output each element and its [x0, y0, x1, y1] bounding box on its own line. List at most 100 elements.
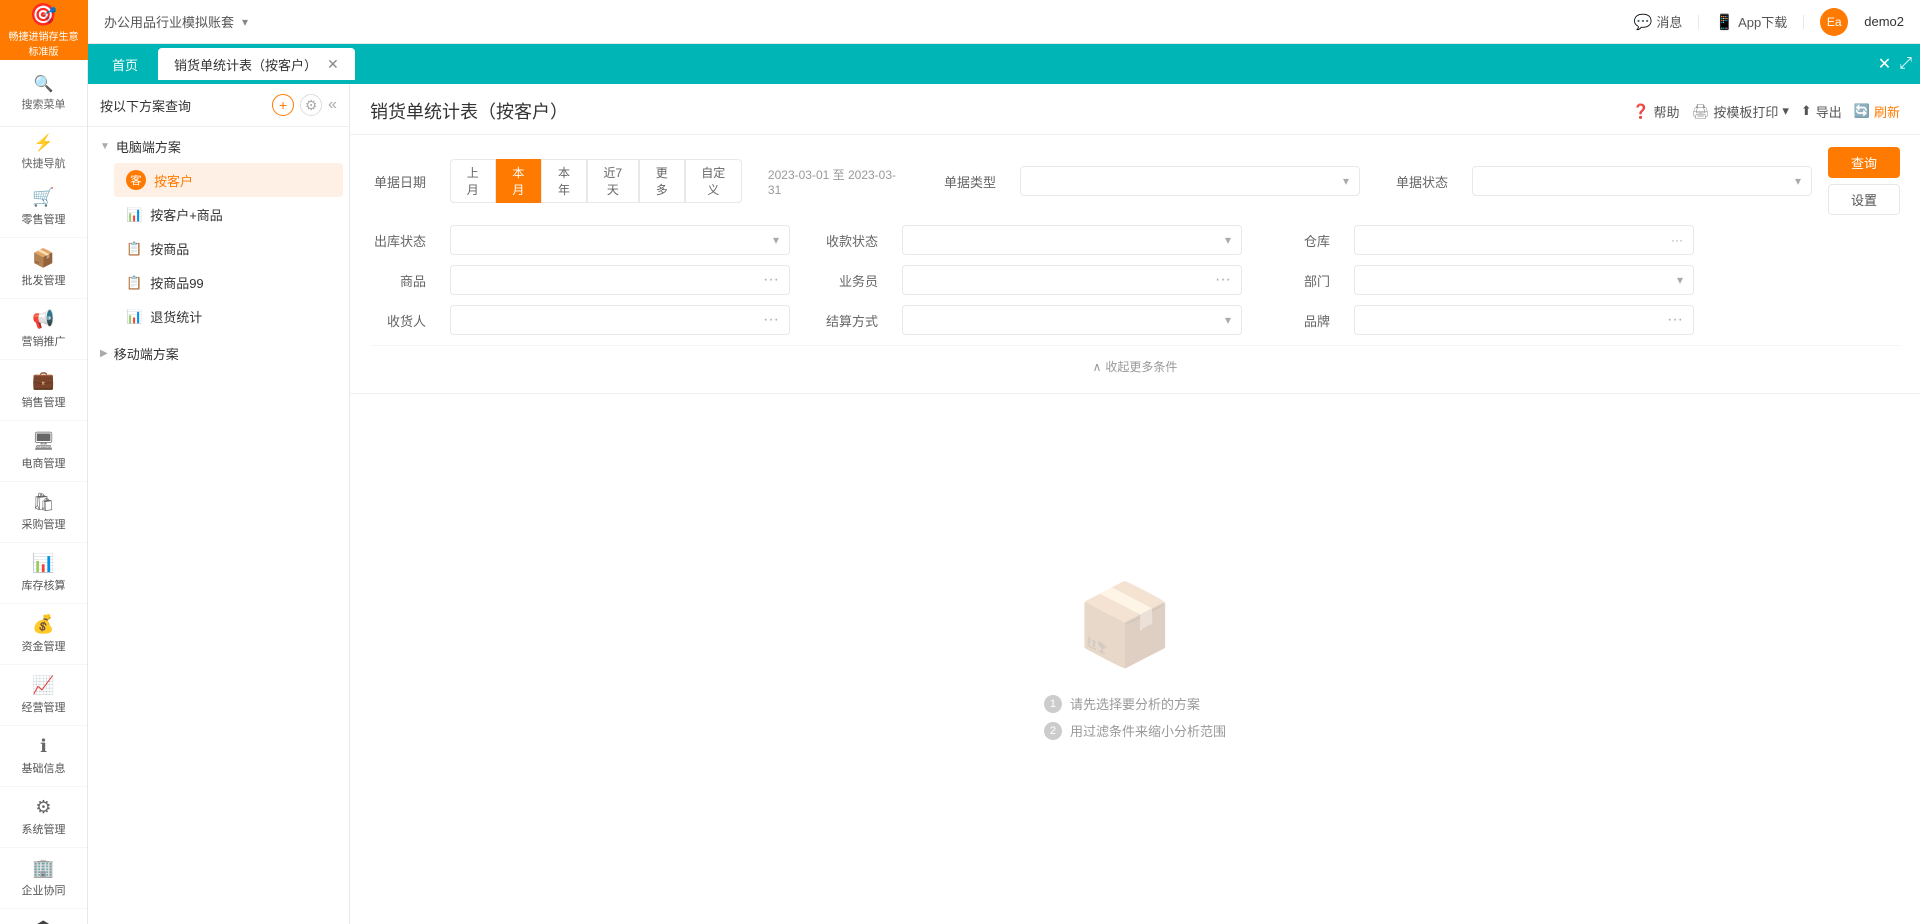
sidebar-label-inventory: 库存核算: [22, 577, 66, 593]
date-btn-custom[interactable]: 自定义: [685, 159, 742, 203]
sidebar-label-system: 系统管理: [22, 821, 66, 837]
plan-item-return-stats[interactable]: 📊 退货统计: [114, 300, 343, 333]
header-right: 💬 消息 📱 App下载 Ea demo2: [1634, 8, 1904, 36]
brand-input[interactable]: ···: [1354, 305, 1694, 335]
settings-button[interactable]: 设置: [1828, 184, 1900, 215]
sidebar-item-sales[interactable]: 💼 销售管理: [0, 360, 87, 421]
system-icon: ⚙: [35, 797, 51, 818]
pay-status-arrow: ▾: [1225, 233, 1231, 247]
sidebar-item-inventory[interactable]: 📊 库存核算: [0, 543, 87, 604]
help-label: 帮助: [1654, 102, 1680, 121]
plan-item-by-product[interactable]: 📋 按商品: [114, 232, 343, 265]
empty-illustration: 📦: [1075, 578, 1195, 678]
print-icon: 🖨: [1692, 103, 1710, 120]
query-button[interactable]: 查询: [1828, 147, 1900, 178]
desktop-group-header[interactable]: ▼ 电脑端方案: [88, 131, 349, 162]
date-range: 2023-03-01 至 2023-03-31: [768, 166, 908, 197]
add-plan-btn[interactable]: +: [272, 94, 294, 116]
sidebar-item-newbie[interactable]: 🎓 新手引导: [0, 909, 87, 924]
hint-text-2: 用过滤条件来缩小分析范围: [1070, 721, 1226, 740]
sidebar-item-finance[interactable]: 💰 资金管理: [0, 604, 87, 665]
sidebar-item-ecommerce[interactable]: 🖥 电商管理: [0, 421, 87, 482]
content-wrapper: 按以下方案查询 + ⚙ « ▼ 电脑端方案: [88, 84, 1920, 924]
empty-state: 📦 1 请先选择要分析的方案 2 用过滤条件来缩小分析范围: [350, 394, 1920, 924]
date-btn-this-year[interactable]: 本年: [541, 159, 587, 203]
tab-stats[interactable]: 销货单统计表（按客户） ✕: [158, 48, 355, 80]
quick-nav-btn[interactable]: ⚡ 快捷导航: [16, 127, 72, 177]
export-btn[interactable]: ⬆ 导出: [1801, 102, 1842, 121]
newbie-icon: 🎓: [32, 919, 54, 924]
salesperson-label: 业务员: [822, 271, 878, 290]
app-download-btn[interactable]: 📱 App下载: [1715, 12, 1787, 31]
empty-hint-1: 1 请先选择要分析的方案: [1044, 694, 1226, 713]
sidebar-label-sales: 销售管理: [22, 394, 66, 410]
tab-home[interactable]: 首页: [96, 48, 154, 80]
collapse-panel-btn[interactable]: «: [328, 96, 337, 114]
plan-item-by-product-99[interactable]: 📋 按商品99: [114, 266, 343, 299]
settle-select[interactable]: ▾: [902, 305, 1242, 335]
filter-row-1: 单据日期 上月 本月 本年 近7天 更多 自定义 2023-03-01 至 20…: [370, 147, 1900, 215]
user-name: demo2: [1864, 14, 1904, 29]
sidebar-item-retail[interactable]: 🛒 零售管理: [0, 177, 87, 238]
search-menu-btn[interactable]: 🔍 搜索菜单: [16, 68, 72, 118]
tab-window-close-icon[interactable]: ✕: [1878, 54, 1891, 74]
plan-item-by-customer-product[interactable]: 📊 按客户+商品: [114, 198, 343, 231]
product-input[interactable]: ···: [450, 265, 790, 295]
page-title-bar: 销货单统计表（按客户） ❓ 帮助 🖨 按模板打印 ▾ ⬆ 导出: [350, 84, 1920, 135]
filter-row-2: 出库状态 ▾ 收款状态 ▾ 仓库 ···: [370, 225, 1900, 255]
doc-type-select[interactable]: ▾: [1020, 166, 1360, 196]
filter-area: 单据日期 上月 本月 本年 近7天 更多 自定义 2023-03-01 至 20…: [350, 135, 1920, 394]
sidebar-label-basic: 基础信息: [22, 760, 66, 776]
date-btn-last-month[interactable]: 上月: [450, 159, 496, 203]
doc-status-select[interactable]: ▾: [1472, 166, 1812, 196]
settings-plan-btn[interactable]: ⚙: [300, 94, 322, 116]
sidebar-item-enterprise[interactable]: 🏢 企业协同: [0, 848, 87, 909]
receiver-input[interactable]: ···: [450, 305, 790, 335]
inventory-icon: 📊: [32, 553, 54, 574]
tab-bar-right: ✕ ⤢: [1878, 54, 1912, 74]
ops-icon: 📈: [32, 675, 54, 696]
date-btn-this-month[interactable]: 本月: [496, 159, 542, 203]
search-section: 🔍 搜索菜单: [0, 60, 87, 127]
sidebar-item-basic[interactable]: ℹ 基础信息: [0, 726, 87, 787]
sidebar-item-system[interactable]: ⚙ 系统管理: [0, 787, 87, 848]
print-btn[interactable]: 🖨 按模板打印 ▾: [1692, 102, 1789, 121]
tab-close-icon[interactable]: ✕: [327, 56, 339, 73]
plan-item-by-customer[interactable]: 客 按客户: [114, 163, 343, 197]
message-btn[interactable]: 💬 消息: [1634, 12, 1683, 31]
desktop-plan-group: ▼ 电脑端方案 客 按客户 📊 按客户+商品 📋: [88, 127, 349, 338]
search-icon: 🔍: [34, 74, 54, 94]
settings-icon: ⚙: [305, 97, 318, 114]
nav-label: 快捷导航: [22, 155, 66, 171]
sidebar-item-wholesale[interactable]: 📦 批发管理: [0, 238, 87, 299]
date-btn-last-7[interactable]: 近7天: [587, 159, 639, 203]
collapse-filter-btn[interactable]: ∧ 收起更多条件: [1087, 352, 1184, 381]
sidebar-item-purchase[interactable]: 🛍 采购管理: [0, 482, 87, 543]
purchase-icon: 🛍: [32, 492, 55, 513]
mobile-group-header[interactable]: ▶ 移动端方案: [88, 338, 349, 369]
message-label: 消息: [1656, 12, 1682, 31]
salesperson-input[interactable]: ···: [902, 265, 1242, 295]
tab-window-expand-icon[interactable]: ⤢: [1899, 55, 1912, 73]
pay-status-select[interactable]: ▾: [902, 225, 1242, 255]
header-dropdown-icon[interactable]: ▾: [242, 15, 248, 29]
help-icon: ❓: [1632, 103, 1649, 120]
hint-num-2: 2: [1044, 722, 1062, 740]
sidebar-label-purchase: 采购管理: [22, 516, 66, 532]
help-btn[interactable]: ❓ 帮助: [1632, 102, 1679, 121]
sidebar-item-marketing[interactable]: 📢 营销推广: [0, 299, 87, 360]
mobile-group-arrow: ▶: [100, 348, 108, 359]
date-btn-more[interactable]: 更多: [639, 159, 685, 203]
sidebar-label-retail: 零售管理: [22, 211, 66, 227]
mobile-group-label: 移动端方案: [114, 344, 179, 363]
empty-hint-2: 2 用过滤条件来缩小分析范围: [1044, 721, 1226, 740]
collapse-icon: «: [328, 96, 337, 113]
out-status-select[interactable]: ▾: [450, 225, 790, 255]
filter-actions: 查询 设置: [1828, 147, 1900, 215]
warehouse-select[interactable]: ···: [1354, 225, 1694, 255]
sidebar-item-ops[interactable]: 📈 经营管理: [0, 665, 87, 726]
print-label: 按模板打印: [1713, 102, 1778, 121]
out-status-arrow: ▾: [773, 233, 779, 247]
dept-select[interactable]: ▾: [1354, 265, 1694, 295]
refresh-btn[interactable]: 🔄 刷新: [1854, 102, 1900, 121]
